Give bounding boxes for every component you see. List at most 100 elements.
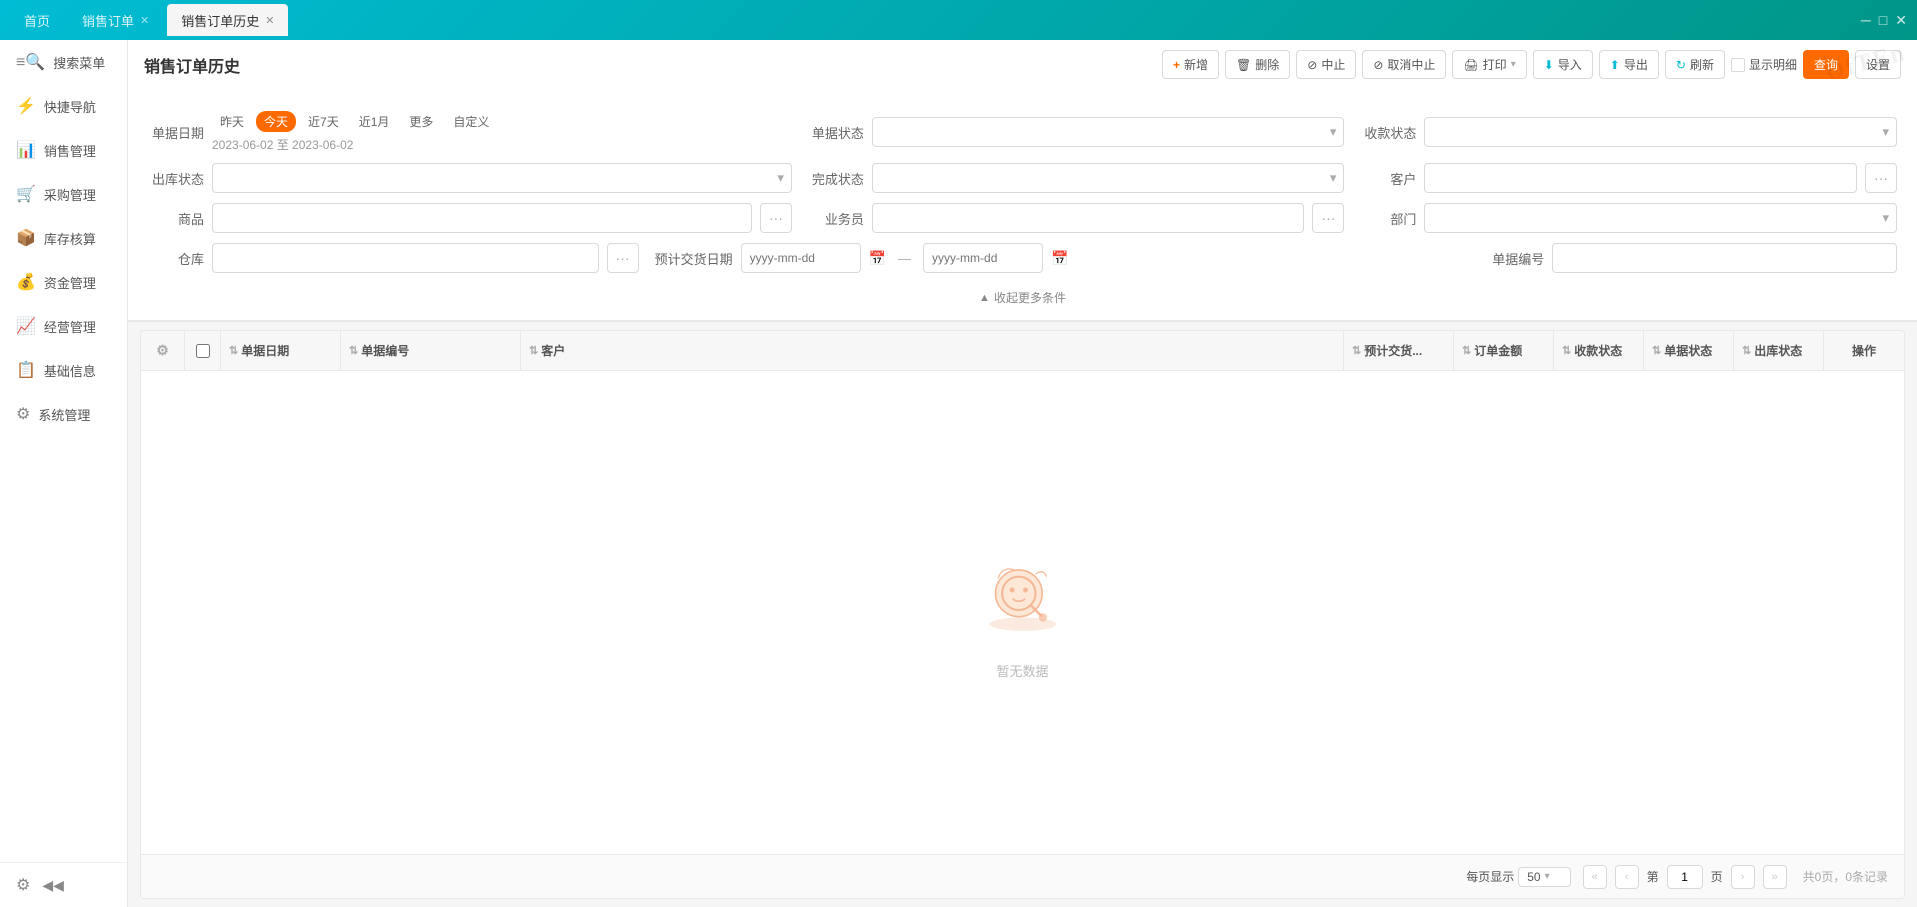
collapse-row[interactable]: ▲ 收起更多条件 — [148, 283, 1897, 308]
cancel-stop-button[interactable]: ⊘ 取消中止 — [1362, 50, 1446, 79]
export-label: 导出 — [1624, 56, 1648, 73]
date-tab-7days[interactable]: 近7天 — [300, 111, 347, 132]
toolbar: + 新增 🗑 删除 ⊘ 中止 ⊘ 取消中止 — [1162, 50, 1901, 79]
table-header: ⚙ ⇅ 单据日期 ⇅ 单据编号 ⇅ 客户 ⇅ — [141, 331, 1904, 371]
maximize-btn[interactable]: □ — [1879, 12, 1887, 28]
add-label: 新增 — [1184, 56, 1208, 73]
last-page-btn[interactable]: » — [1763, 865, 1787, 889]
refresh-button[interactable]: ↻ 刷新 — [1665, 50, 1725, 79]
sort-outbound-icon[interactable]: ⇅ — [1742, 344, 1751, 357]
salesman-input[interactable] — [872, 203, 1305, 233]
tab-sales-order-label: 销售订单 — [82, 11, 134, 30]
outbound-select-display[interactable] — [212, 163, 792, 193]
export-button[interactable]: ⬆ 导出 — [1599, 50, 1659, 79]
sidebar-item-sys-mgmt-label: 系统管理 — [38, 405, 90, 424]
page-size-box[interactable]: 50 ▾ — [1518, 867, 1570, 887]
payment-select-display[interactable] — [1424, 117, 1897, 147]
print-button[interactable]: 🖨 打印 ▾ — [1452, 50, 1526, 79]
import-label: 导入 — [1558, 56, 1582, 73]
customer-dots-btn[interactable]: ··· — [1865, 163, 1897, 193]
th-check[interactable] — [185, 331, 221, 370]
delivery-filter-group: 预计交货日期 📅 — 📅 — [655, 243, 1473, 273]
salesman-dots-btn[interactable]: ··· — [1312, 203, 1344, 233]
product-input[interactable] — [212, 203, 752, 233]
payment-select-wrapper[interactable]: ▾ — [1424, 117, 1897, 147]
delete-label: 删除 — [1255, 56, 1279, 73]
sidebar-item-base-info[interactable]: 📋 基础信息 — [0, 348, 127, 392]
first-page-btn[interactable]: « — [1583, 865, 1607, 889]
sidebar-collapse-icon[interactable]: ◀◀ — [42, 877, 64, 894]
sort-no-icon[interactable]: ⇅ — [349, 344, 358, 357]
tab-sales-order[interactable]: 销售订单 ✕ — [68, 4, 163, 36]
completion-select-display[interactable] — [872, 163, 1345, 193]
stop-button[interactable]: ⊘ 中止 — [1296, 50, 1356, 79]
sidebar-item-search-menu[interactable]: ≡🔍 搜索菜单 — [0, 40, 127, 84]
sort-status-icon[interactable]: ⇅ — [1652, 344, 1661, 357]
status-select-display[interactable] — [872, 117, 1345, 147]
prev-page-btn[interactable]: ‹ — [1615, 865, 1639, 889]
th-status-label: 单据状态 — [1664, 342, 1712, 359]
delete-button[interactable]: 🗑 删除 — [1225, 50, 1290, 79]
sidebar-item-fund-mgmt[interactable]: 💰 资金管理 — [0, 260, 127, 304]
delivery-to-input[interactable] — [923, 243, 1043, 273]
sidebar-item-inventory[interactable]: 📦 库存核算 — [0, 216, 127, 260]
date-tab-yesterday[interactable]: 昨天 — [212, 111, 252, 132]
sidebar-item-operations[interactable]: 📈 经营管理 — [0, 304, 127, 348]
orderno-input[interactable] — [1552, 243, 1897, 273]
display-detail-toggle[interactable]: 显示明细 — [1731, 56, 1797, 73]
sort-date-icon[interactable]: ⇅ — [229, 344, 238, 357]
sidebar-item-sales-mgmt[interactable]: 📊 销售管理 — [0, 128, 127, 172]
next-page-btn[interactable]: › — [1731, 865, 1755, 889]
sidebar-item-quick-nav[interactable]: ⚡ 快捷导航 — [0, 84, 127, 128]
calendar-to-icon[interactable]: 📅 — [1051, 250, 1068, 267]
sidebar-item-sys-mgmt[interactable]: ⚙ 系统管理 — [0, 392, 127, 436]
calendar-from-icon[interactable]: 📅 — [869, 250, 886, 267]
date-range: 2023-06-02 至 2023-06-02 — [212, 136, 497, 153]
date-tab-today[interactable]: 今天 — [256, 111, 296, 132]
empty-illustration — [973, 545, 1073, 645]
date-tab-more[interactable]: 更多 — [401, 111, 441, 132]
warehouse-dots-btn[interactable]: ··· — [607, 243, 639, 273]
jump-prefix: 第 — [1647, 868, 1659, 885]
tab-home[interactable]: 首页 — [10, 4, 64, 36]
date-tab-1month[interactable]: 近1月 — [351, 111, 398, 132]
customer-input[interactable] — [1424, 163, 1857, 193]
minimize-btn[interactable]: ─ — [1861, 12, 1871, 28]
completion-select-wrapper[interactable]: ▾ — [872, 163, 1345, 193]
product-dots-btn[interactable]: ··· — [760, 203, 792, 233]
settings-btn[interactable]: 设置 — [1855, 50, 1901, 79]
tab-sales-order-close[interactable]: ✕ — [140, 14, 149, 27]
close-btn[interactable]: ✕ — [1895, 12, 1907, 29]
quick-nav-icon: ⚡ — [16, 96, 36, 116]
th-date-label: 单据日期 — [241, 342, 289, 359]
add-button[interactable]: + 新增 — [1162, 50, 1219, 79]
th-settings[interactable]: ⚙ — [141, 331, 185, 370]
sort-payment-icon[interactable]: ⇅ — [1562, 344, 1571, 357]
sort-delivery-icon[interactable]: ⇅ — [1352, 344, 1361, 357]
sort-customer-icon[interactable]: ⇅ — [529, 344, 538, 357]
stop-icon: ⊘ — [1307, 58, 1317, 72]
collapse-label: 收起更多条件 — [994, 289, 1066, 306]
delivery-from-input[interactable] — [741, 243, 861, 273]
page-number-input[interactable] — [1667, 865, 1703, 889]
sort-amount-icon[interactable]: ⇅ — [1462, 344, 1471, 357]
tab-sales-order-history[interactable]: 销售订单历史 ✕ — [167, 4, 288, 36]
sidebar-settings-icon[interactable]: ⚙ — [16, 875, 30, 895]
outbound-select-wrapper[interactable]: ▾ — [212, 163, 792, 193]
warehouse-input[interactable] — [212, 243, 599, 273]
dept-select-wrapper[interactable]: ▾ — [1424, 203, 1897, 233]
import-button[interactable]: ⬇ 导入 — [1533, 50, 1593, 79]
warehouse-label: 仓库 — [148, 249, 204, 268]
dept-select-display[interactable] — [1424, 203, 1897, 233]
status-select-wrapper[interactable]: ▾ — [872, 117, 1345, 147]
display-detail-label: 显示明细 — [1749, 56, 1797, 73]
display-detail-checkbox[interactable] — [1731, 58, 1745, 72]
query-button[interactable]: 查询 — [1803, 50, 1849, 79]
outbound-label: 出库状态 — [148, 169, 204, 188]
tab-sales-order-history-close[interactable]: ✕ — [265, 14, 274, 27]
date-tab-custom[interactable]: 自定义 — [445, 111, 497, 132]
th-action-label: 操作 — [1852, 342, 1876, 359]
sidebar-item-purchase-mgmt[interactable]: 🛒 采购管理 — [0, 172, 127, 216]
cancel-stop-label: 取消中止 — [1387, 56, 1435, 73]
select-all-checkbox[interactable] — [196, 344, 210, 358]
